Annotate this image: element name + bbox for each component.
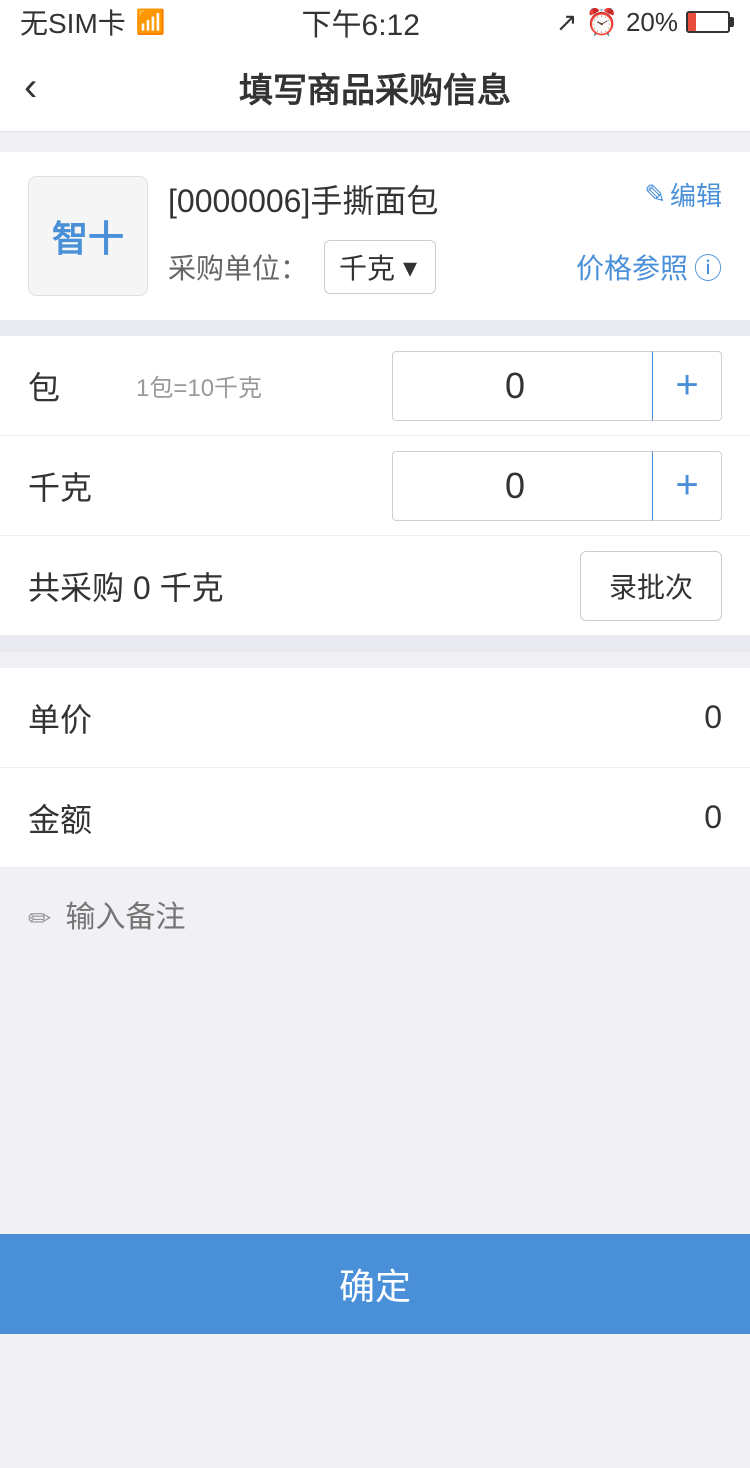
kg-input-row: 千克 + bbox=[0, 436, 750, 536]
page-header: ‹ 填写商品采购信息 bbox=[0, 44, 750, 132]
bag-label: 包 bbox=[28, 363, 128, 409]
unit-price-value: 0 bbox=[704, 699, 722, 736]
kg-label: 千克 bbox=[28, 463, 128, 509]
bag-sublabel: 1包=10千克 bbox=[136, 368, 262, 403]
unit-value: 千克 bbox=[339, 247, 395, 287]
back-button[interactable]: ‹ bbox=[24, 65, 37, 110]
product-name-row: [0000006]手撕面包 ✎ 编辑 bbox=[168, 176, 722, 222]
kg-plus-button[interactable]: + bbox=[652, 451, 722, 521]
wifi-icon: 📶 bbox=[136, 8, 166, 37]
product-info: [0000006]手撕面包 ✎ 编辑 采购单位： 千克 ▾ 价格参照 ⓘ bbox=[168, 176, 722, 294]
edit-button[interactable]: ✎ 编辑 bbox=[644, 176, 722, 213]
status-time: 下午6:12 bbox=[302, 0, 420, 44]
summary-text: 共采购 0 千克 bbox=[28, 563, 224, 609]
batch-button[interactable]: 录批次 bbox=[580, 551, 722, 621]
product-name: [0000006]手撕面包 bbox=[168, 176, 644, 222]
status-left: 无SIM卡 📶 bbox=[20, 2, 166, 42]
confirm-button[interactable]: 确定 bbox=[0, 1234, 750, 1334]
unit-dropdown[interactable]: 千克 ▾ bbox=[324, 240, 436, 294]
amount-row: 金额 0 bbox=[0, 768, 750, 868]
dropdown-arrow: ▾ bbox=[403, 251, 417, 284]
purchase-unit-label: 采购单位： bbox=[168, 247, 308, 287]
bag-qty-input[interactable] bbox=[392, 351, 652, 421]
pencil-icon: ✏ bbox=[28, 902, 51, 935]
battery-percent: 20% bbox=[626, 7, 678, 38]
input-section: 包 1包=10千克 + 千克 + bbox=[0, 336, 750, 536]
unit-price-label: 单价 bbox=[28, 695, 92, 741]
product-card: 智十 [0000006]手撕面包 ✎ 编辑 采购单位： 千克 ▾ 价格参照 ⓘ bbox=[0, 152, 750, 320]
remark-section: ✏ bbox=[0, 868, 750, 968]
page-title: 填写商品采购信息 bbox=[239, 63, 511, 112]
amount-label: 金额 bbox=[28, 795, 92, 841]
bag-input-row: 包 1包=10千克 + bbox=[0, 336, 750, 436]
remark-input[interactable] bbox=[65, 901, 722, 935]
unit-price-row: 单价 0 bbox=[0, 668, 750, 768]
bag-input-wrapper: + bbox=[392, 351, 722, 421]
edit-label: 编辑 bbox=[670, 176, 722, 213]
kg-input-wrapper: + bbox=[392, 451, 722, 521]
location-icon: ↗ bbox=[556, 7, 578, 38]
purchase-unit-row: 采购单位： 千克 ▾ 价格参照 ⓘ bbox=[168, 240, 722, 294]
bag-plus-button[interactable]: + bbox=[652, 351, 722, 421]
divider-1 bbox=[0, 320, 750, 336]
amount-value: 0 bbox=[704, 799, 722, 836]
battery-icon bbox=[686, 11, 730, 33]
divider-2 bbox=[0, 636, 750, 652]
summary-row: 共采购 0 千克 录批次 bbox=[0, 536, 750, 636]
kg-qty-input[interactable] bbox=[392, 451, 652, 521]
price-ref-button[interactable]: 价格参照 ⓘ bbox=[576, 247, 722, 287]
edit-icon: ✎ bbox=[644, 179, 666, 210]
alarm-icon: ⏰ bbox=[586, 7, 618, 38]
status-bar: 无SIM卡 📶 下午6:12 ↗ ⏰ 20% bbox=[0, 0, 750, 44]
product-logo: 智十 bbox=[52, 210, 124, 262]
price-ref-label: 价格参照 bbox=[576, 247, 688, 287]
product-image: 智十 bbox=[28, 176, 148, 296]
help-icon: ⓘ bbox=[694, 247, 722, 287]
price-info-section: 单价 0 金额 0 bbox=[0, 668, 750, 868]
status-right: ↗ ⏰ 20% bbox=[556, 7, 730, 38]
carrier-text: 无SIM卡 bbox=[20, 2, 126, 42]
